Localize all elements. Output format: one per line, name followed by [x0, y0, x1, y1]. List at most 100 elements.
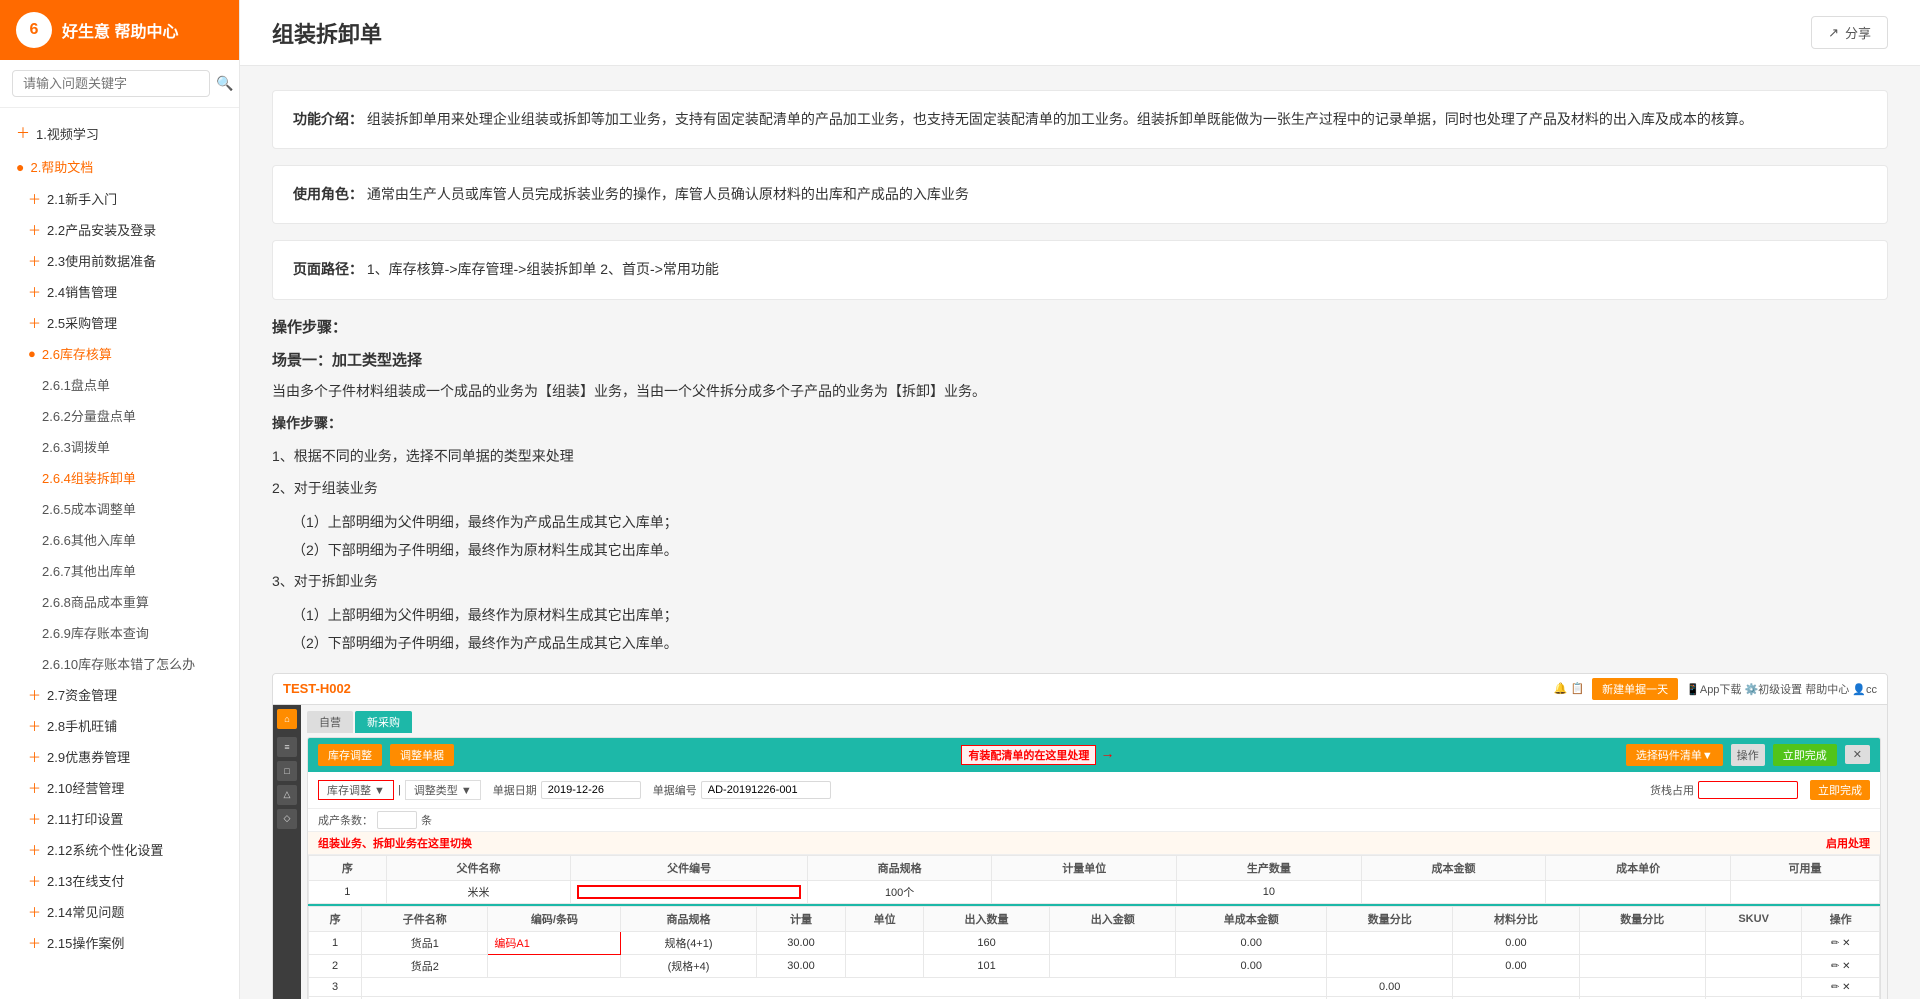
sidebar-header: 6 好生意 帮助中心: [0, 0, 239, 60]
share-button[interactable]: ↗ 分享: [1811, 16, 1888, 49]
sidebar-item-coupon[interactable]: ＋ 2.9优惠券管理: [0, 741, 239, 772]
sidebar-item-video-learning[interactable]: ＋ 1.视频学习: [0, 116, 239, 150]
ops-title: 操作步骤：: [272, 316, 1888, 337]
sub-table-row-3: 3 0.00 ✏ ✕: [309, 977, 1880, 996]
sidebar-item-sales[interactable]: ＋ 2.4销售管理: [0, 276, 239, 307]
sub-col-inout-amount: 出入金额: [1050, 906, 1176, 931]
cell-parent-name: 米米: [386, 880, 571, 903]
screenshot-date-input[interactable]: [541, 781, 641, 799]
sidebar: 6 好生意 帮助中心 🔍 ＋ 1.视频学习 ● 2.帮助文档 ＋ 2.1新手入门: [0, 0, 240, 999]
plus-icon: ＋: [28, 251, 41, 270]
sidebar-leaf-2-6-5[interactable]: 2.6.5成本调整单: [0, 493, 239, 524]
sidebar-item-inventory[interactable]: ● 2.6库存核算: [0, 338, 239, 369]
step2-item-2: （2）下部明细为子件明细，最终作为原材料生成其它出库单。: [292, 536, 1888, 564]
step3-list: （1）上部明细为父件明细，最终作为原材料生成其它出库单； （2）下部明细为子件明…: [272, 601, 1888, 657]
screenshot-btn-close[interactable]: ✕: [1845, 745, 1870, 764]
sub-col-unit-cost: 单成本金额: [1176, 906, 1327, 931]
sub-col-unit2: 单位: [846, 906, 924, 931]
sidebar-item-help-docs[interactable]: ● 2.帮助文档: [0, 150, 239, 183]
sidebar-leaf-2-6-8[interactable]: 2.6.8商品成本重算: [0, 586, 239, 617]
screenshot-app-id: TEST-H002: [283, 681, 351, 696]
sidebar-leaf-2-6-7[interactable]: 2.6.7其他出库单: [0, 555, 239, 586]
sub-col-unit1: 计量: [756, 906, 846, 931]
screenshot-container: TEST-H002 🔔 📋 新建单据一天 📱App下载 ⚙️初级设置 帮助中心 …: [272, 673, 1888, 999]
sidebar-leaf-2-6-2[interactable]: 2.6.2分量盘点单: [0, 400, 239, 431]
screenshot-doc-panel: 库存调整 调整单据 有装配清单的在这里处理 → 选择码件清单▼ 操作 立即完成 …: [307, 737, 1881, 999]
sub-col-sku: SKUV: [1705, 906, 1802, 931]
sidebar-item-mobile[interactable]: ＋ 2.8手机旺铺: [0, 710, 239, 741]
screenshot-date-label: 单据日期: [493, 782, 537, 798]
step3-item-1: （1）上部明细为父件明细，最终作为原材料生成其它出库单；: [292, 601, 1888, 629]
screenshot-warehouse-input[interactable]: [1698, 781, 1798, 799]
sidebar-logo: 6: [16, 12, 52, 48]
main-content: 功能介绍： 组装拆卸单用来处理企业组装或拆卸等加工业务，支持有固定装配清单的产品…: [240, 66, 1920, 999]
plus-icon: ＋: [28, 778, 41, 797]
cell-seq: 1: [309, 880, 387, 903]
screenshot-sub-table-wrapper: 序 子件名称 编码/条码 商品规格 计量 单位 出入数量 出入金额: [308, 904, 1880, 999]
step3-text: 3、对于拆卸业务: [272, 568, 1888, 595]
search-input[interactable]: [12, 70, 210, 97]
col-cost-amount: 成本金额: [1361, 855, 1546, 880]
cell-cost-amount: [1361, 880, 1546, 903]
sidebar-item-faq[interactable]: ＋ 2.14常见问题: [0, 896, 239, 927]
screenshot-parent-table: 序 父件名称 父件编号 商品规格 计量单位 生产数量 成本金额 成本单价: [308, 855, 1880, 904]
screenshot-btn-edit[interactable]: 调整单据: [390, 744, 454, 766]
sidebar-item-payment[interactable]: ＋ 2.13在线支付: [0, 865, 239, 896]
role-text: 通常由生产人员或库管人员完成拆装业务的操作，库管人员确认原材料的出库和产成品的入…: [367, 186, 969, 202]
sidebar-leaf-2-6-4[interactable]: 2.6.4组装拆卸单: [0, 462, 239, 493]
sidebar-item-data-prep[interactable]: ＋ 2.3使用前数据准备: [0, 245, 239, 276]
screenshot-left-icons: ⌂ ≡ □ △ ◇: [273, 705, 301, 999]
screenshot-icon-2: ≡: [277, 737, 297, 757]
step2-item-1: （1）上部明细为父件明细，最终作为产成品生成其它入库单；: [292, 508, 1888, 536]
sub-table-row-2: 2 货品2 (规格+4) 30.00 101: [309, 954, 1880, 977]
sidebar-leaf-2-6-10[interactable]: 2.6.10库存账本错了怎么办: [0, 648, 239, 679]
sidebar-leaf-2-6-6[interactable]: 2.6.6其他入库单: [0, 524, 239, 555]
sidebar-item-cases[interactable]: ＋ 2.15操作案例: [0, 927, 239, 958]
screenshot-number-item: 单据编号: [653, 781, 831, 799]
plus-icon: ＋: [28, 933, 41, 952]
main-header: 组装拆卸单 ↗ 分享: [240, 0, 1920, 66]
sidebar-leaf-2-6-9[interactable]: 2.6.9库存账本查询: [0, 617, 239, 648]
page-title: 组装拆卸单: [272, 17, 382, 49]
minus-icon: ●: [28, 346, 36, 361]
screenshot-number-input[interactable]: [701, 781, 831, 799]
cell-parent-code: [571, 880, 807, 903]
nav-section-1: ＋ 1.视频学习: [0, 116, 239, 150]
search-icon[interactable]: 🔍: [216, 75, 233, 92]
screenshot-btn-submit[interactable]: 立即完成: [1810, 780, 1870, 800]
screenshot-btn-add[interactable]: 新建单据一天: [1592, 678, 1678, 700]
sidebar-leaf-2-6-3[interactable]: 2.6.3调拨单: [0, 431, 239, 462]
sidebar-item-settings[interactable]: ＋ 2.12系统个性化设置: [0, 834, 239, 865]
sidebar-item-print[interactable]: ＋ 2.11打印设置: [0, 803, 239, 834]
col-parent-name: 父件名称: [386, 855, 571, 880]
screenshot-btn-complete[interactable]: 立即完成: [1773, 744, 1837, 766]
sub-col-material-ratio: 材料分比: [1453, 906, 1579, 931]
steps-title: 操作步骤：: [272, 410, 1888, 437]
sidebar-item-ops[interactable]: ＋ 2.10经营管理: [0, 772, 239, 803]
screenshot-count-input[interactable]: [377, 811, 417, 829]
screenshot-topbar: TEST-H002 🔔 📋 新建单据一天 📱App下载 ⚙️初级设置 帮助中心 …: [273, 674, 1887, 705]
sidebar-item-purchase[interactable]: ＋ 2.5采购管理: [0, 307, 239, 338]
sub-table-row-1: 1 货品1 编码A1 规格(4+1): [309, 931, 1880, 954]
annotation-type-text: 组装业务、拆卸业务在这里切换: [318, 835, 472, 851]
feature-intro-label: 功能介绍：: [293, 111, 363, 127]
sidebar-leaf-2-6-1[interactable]: 2.6.1盘点单: [0, 369, 239, 400]
screenshot-type-select: 库存调整 ▼ | 调整类型 ▼: [318, 780, 481, 800]
screenshot-btn-more[interactable]: 操作: [1731, 744, 1765, 766]
sidebar-search-container: 🔍: [0, 60, 239, 108]
sidebar-item-beginner[interactable]: ＋ 2.1新手入门: [0, 183, 239, 214]
screenshot-btn-new[interactable]: 库存调整: [318, 744, 382, 766]
screenshot-tab-zying[interactable]: 自营: [307, 711, 353, 733]
screenshot-parent-table-wrapper: 序 父件名称 父件编号 商品规格 计量单位 生产数量 成本金额 成本单价: [308, 855, 1880, 904]
screenshot-type-label: 库存调整 ▼: [318, 780, 394, 800]
col-parent-code: 父件编号: [571, 855, 807, 880]
screenshot-btn-choose[interactable]: 选择码件清单▼: [1626, 744, 1723, 766]
sub-col-qty-ratio: 数量分比: [1327, 906, 1453, 931]
table-header-row: 序 父件名称 父件编号 商品规格 计量单位 生产数量 成本金额 成本单价: [309, 855, 1880, 880]
role-label: 使用角色：: [293, 186, 363, 202]
screenshot-form-row1: 库存调整 ▼ | 调整类型 ▼ 单据日期 单据编号: [308, 772, 1880, 809]
sidebar-item-finance[interactable]: ＋ 2.7资金管理: [0, 679, 239, 710]
sidebar-item-install[interactable]: ＋ 2.2产品安装及登录: [0, 214, 239, 245]
share-icon: ↗: [1828, 25, 1839, 41]
screenshot-tab-purchase[interactable]: 新采购: [355, 711, 412, 733]
